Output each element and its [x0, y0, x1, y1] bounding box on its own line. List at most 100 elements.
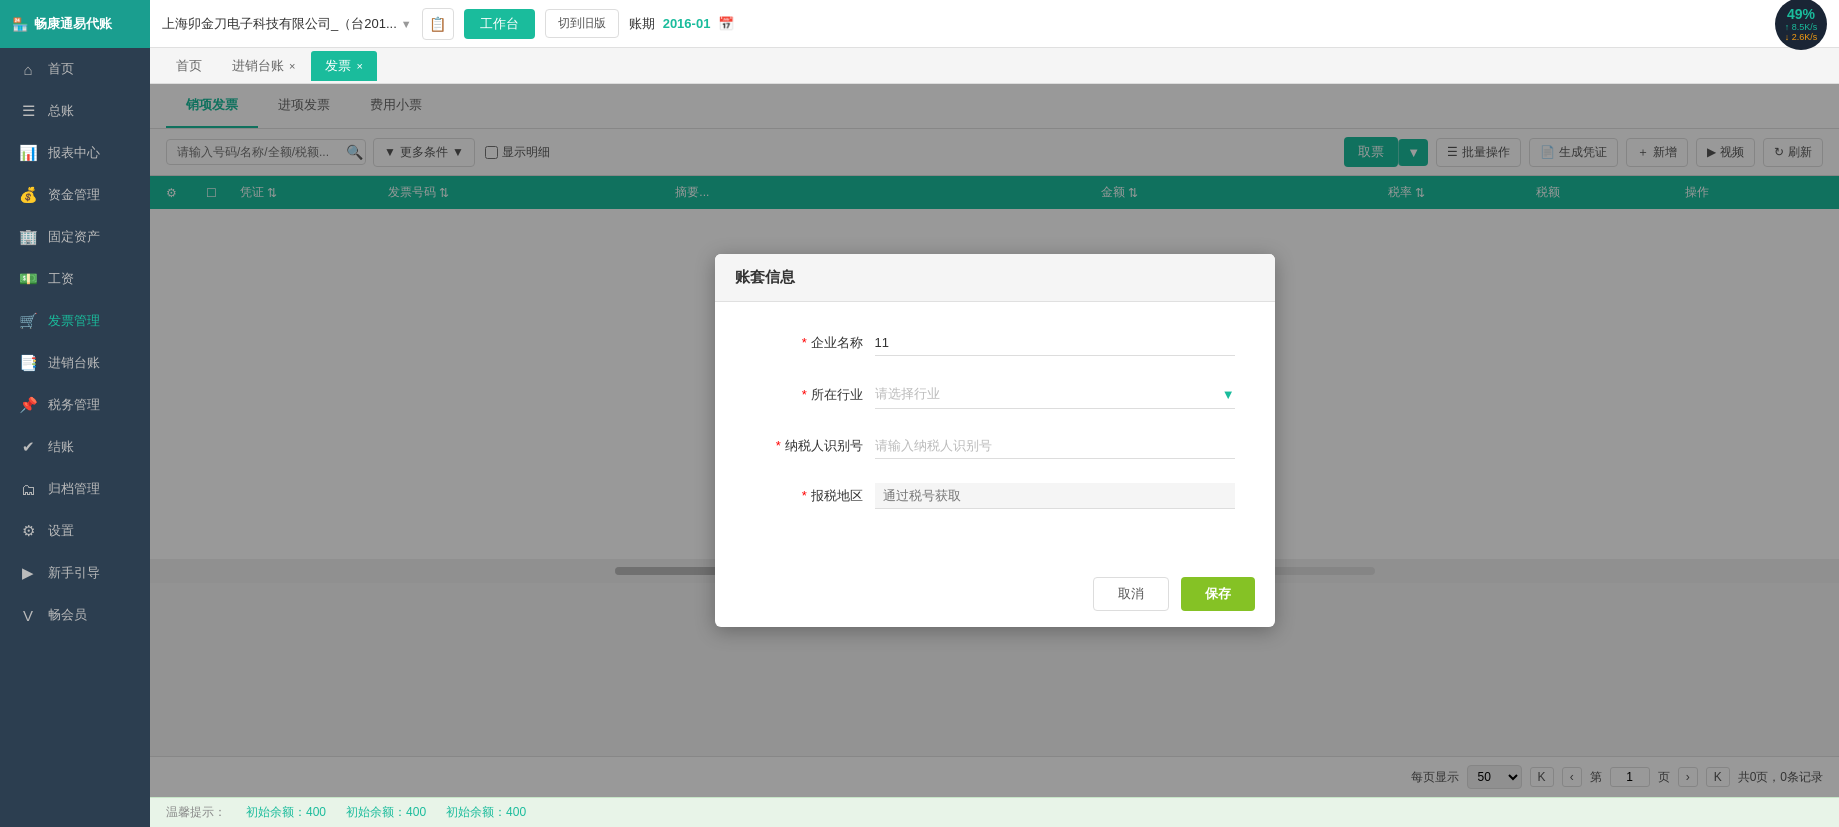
required-star-tax: *: [776, 438, 781, 453]
sidebar-item-label: 结账: [48, 438, 74, 456]
upload-speed: ↑ 8.5K/s: [1785, 22, 1818, 32]
logo-icon: 🏪: [12, 17, 28, 32]
period-label: 账期: [629, 15, 655, 33]
cancel-button[interactable]: 取消: [1093, 577, 1169, 611]
modal-title: 账套信息: [715, 254, 1275, 302]
assets-icon: 🏢: [18, 228, 38, 246]
guide-icon: ▶: [18, 564, 38, 582]
sidebar-item-assets[interactable]: 🏢 固定资产: [0, 216, 150, 258]
sidebar-item-label: 进销台账: [48, 354, 100, 372]
sidebar-item-funds[interactable]: 💰 资金管理: [0, 174, 150, 216]
app-logo: 🏪 畅康通易代账: [0, 0, 150, 48]
save-button[interactable]: 保存: [1181, 577, 1255, 611]
sidebar-item-label: 畅会员: [48, 606, 87, 624]
sidebar-item-label: 固定资产: [48, 228, 100, 246]
old-version-button[interactable]: 切到旧版: [545, 9, 619, 38]
bottom-link2[interactable]: 初始余额：400: [346, 804, 426, 821]
sidebar-item-guide[interactable]: ▶ 新手引导: [0, 552, 150, 594]
invoice-icon: 🛒: [18, 312, 38, 330]
account-info-modal: 账套信息 * 企业名称 * 所在行业: [715, 254, 1275, 627]
tab-invoice-close[interactable]: ×: [356, 60, 362, 72]
tabs-bar: 首页 进销台账 × 发票 ×: [150, 48, 1839, 84]
tab-home[interactable]: 首页: [162, 51, 216, 81]
industry-placeholder: 请选择行业: [875, 385, 940, 403]
sidebar-item-archive[interactable]: 🗂 归档管理: [0, 468, 150, 510]
sidebar-item-settlement[interactable]: ✔ 结账: [0, 426, 150, 468]
tab-invoice-label: 发票: [325, 57, 351, 75]
required-star-region: *: [802, 488, 807, 503]
sidebar-item-label: 设置: [48, 522, 74, 540]
period-value: 2016-01: [663, 16, 711, 31]
sidebar-item-label: 报表中心: [48, 144, 100, 162]
reports-icon: 📊: [18, 144, 38, 162]
period-display: 账期 2016-01 📅: [629, 15, 735, 33]
tax-id-input[interactable]: [875, 433, 1235, 459]
tab-home-label: 首页: [176, 57, 202, 75]
sidebar-item-home[interactable]: ⌂ 首页: [0, 48, 150, 90]
tab-purchase[interactable]: 进销台账 ×: [218, 51, 309, 81]
member-icon: V: [18, 607, 38, 624]
sidebar-item-settings[interactable]: ⚙ 设置: [0, 510, 150, 552]
sidebar-item-label: 归档管理: [48, 480, 100, 498]
salary-icon: 💵: [18, 270, 38, 288]
tax-icon: 📌: [18, 396, 38, 414]
bottom-bar: 温馨提示： 初始余额：400 初始余额：400 初始余额：400: [150, 797, 1839, 827]
sidebar-item-label: 税务管理: [48, 396, 100, 414]
tax-region-label: * 报税地区: [755, 487, 875, 505]
sidebar-item-tax[interactable]: 📌 税务管理: [0, 384, 150, 426]
form-row-industry: * 所在行业 请选择行业 ▼: [755, 380, 1235, 409]
network-percent: 49%: [1787, 6, 1815, 22]
sidebar-item-salary[interactable]: 💵 工资: [0, 258, 150, 300]
required-star-industry: *: [802, 387, 807, 402]
settlement-icon: ✔: [18, 438, 38, 456]
network-status: 49% ↑ 8.5K/s ↓ 2.6K/s: [1775, 0, 1827, 50]
topbar-right: 49% ↑ 8.5K/s ↓ 2.6K/s: [1775, 0, 1827, 50]
modal-footer: 取消 保存: [715, 561, 1275, 627]
required-star: *: [802, 335, 807, 350]
sidebar-item-label: 工资: [48, 270, 74, 288]
sidebar-item-purchase[interactable]: 📑 进销台账: [0, 342, 150, 384]
calendar-icon[interactable]: 📅: [718, 16, 734, 31]
sidebar: 🏪 畅康通易代账 ⌂ 首页 ☰ 总账 📊 报表中心 💰 资金管理 🏢 固定资产 …: [0, 0, 150, 827]
sidebar-item-label: 新手引导: [48, 564, 100, 582]
industry-chevron-icon: ▼: [1222, 387, 1235, 402]
sidebar-item-reports[interactable]: 📊 报表中心: [0, 132, 150, 174]
sidebar-item-ledger[interactable]: ☰ 总账: [0, 90, 150, 132]
company-edit-icon[interactable]: 📋: [422, 8, 454, 40]
settings-icon: ⚙: [18, 522, 38, 540]
bottom-link3[interactable]: 初始余额：400: [446, 804, 526, 821]
sidebar-item-label: 首页: [48, 60, 74, 78]
workbench-button[interactable]: 工作台: [464, 9, 535, 39]
tab-purchase-close[interactable]: ×: [289, 60, 295, 72]
form-row-tax-id: * 纳税人识别号: [755, 433, 1235, 459]
topbar: 上海卯金刀电子科技有限公司_（台201... ▼ 📋 工作台 切到旧版 账期 2…: [150, 0, 1839, 48]
tax-id-label: * 纳税人识别号: [755, 437, 875, 455]
network-speeds: ↑ 8.5K/s ↓ 2.6K/s: [1785, 22, 1818, 42]
sidebar-item-invoice[interactable]: 🛒 发票管理: [0, 300, 150, 342]
bottom-text: 温馨提示：: [166, 804, 226, 821]
sidebar-item-label: 总账: [48, 102, 74, 120]
company-name-label: * 企业名称: [755, 334, 875, 352]
download-speed: ↓ 2.6K/s: [1785, 32, 1818, 42]
content-area: 销项发票 进项发票 费用小票 🔍 ▼ 更多条件 ▼ 显示明细: [150, 84, 1839, 797]
form-row-tax-region: * 报税地区: [755, 483, 1235, 509]
industry-label: * 所在行业: [755, 386, 875, 404]
sidebar-item-label: 资金管理: [48, 186, 100, 204]
industry-select[interactable]: 请选择行业 ▼: [875, 380, 1235, 409]
sidebar-item-member[interactable]: V 畅会员: [0, 594, 150, 636]
sidebar-item-label: 发票管理: [48, 312, 100, 330]
ledger-icon: ☰: [18, 102, 38, 120]
modal-body: * 企业名称 * 所在行业 请选择行业 ▼: [715, 302, 1275, 561]
purchase-icon: 📑: [18, 354, 38, 372]
company-selector[interactable]: 上海卯金刀电子科技有限公司_（台201... ▼: [162, 15, 412, 33]
archive-icon: 🗂: [18, 481, 38, 498]
tax-region-input: [875, 483, 1235, 509]
home-icon: ⌂: [18, 61, 38, 78]
bottom-link1[interactable]: 初始余额：400: [246, 804, 326, 821]
company-name: 上海卯金刀电子科技有限公司_（台201...: [162, 15, 397, 33]
company-name-input[interactable]: [875, 330, 1235, 356]
main-area: 上海卯金刀电子科技有限公司_（台201... ▼ 📋 工作台 切到旧版 账期 2…: [150, 0, 1839, 827]
tab-purchase-label: 进销台账: [232, 57, 284, 75]
logo-text: 畅康通易代账: [34, 15, 112, 33]
tab-invoice[interactable]: 发票 ×: [311, 51, 376, 81]
